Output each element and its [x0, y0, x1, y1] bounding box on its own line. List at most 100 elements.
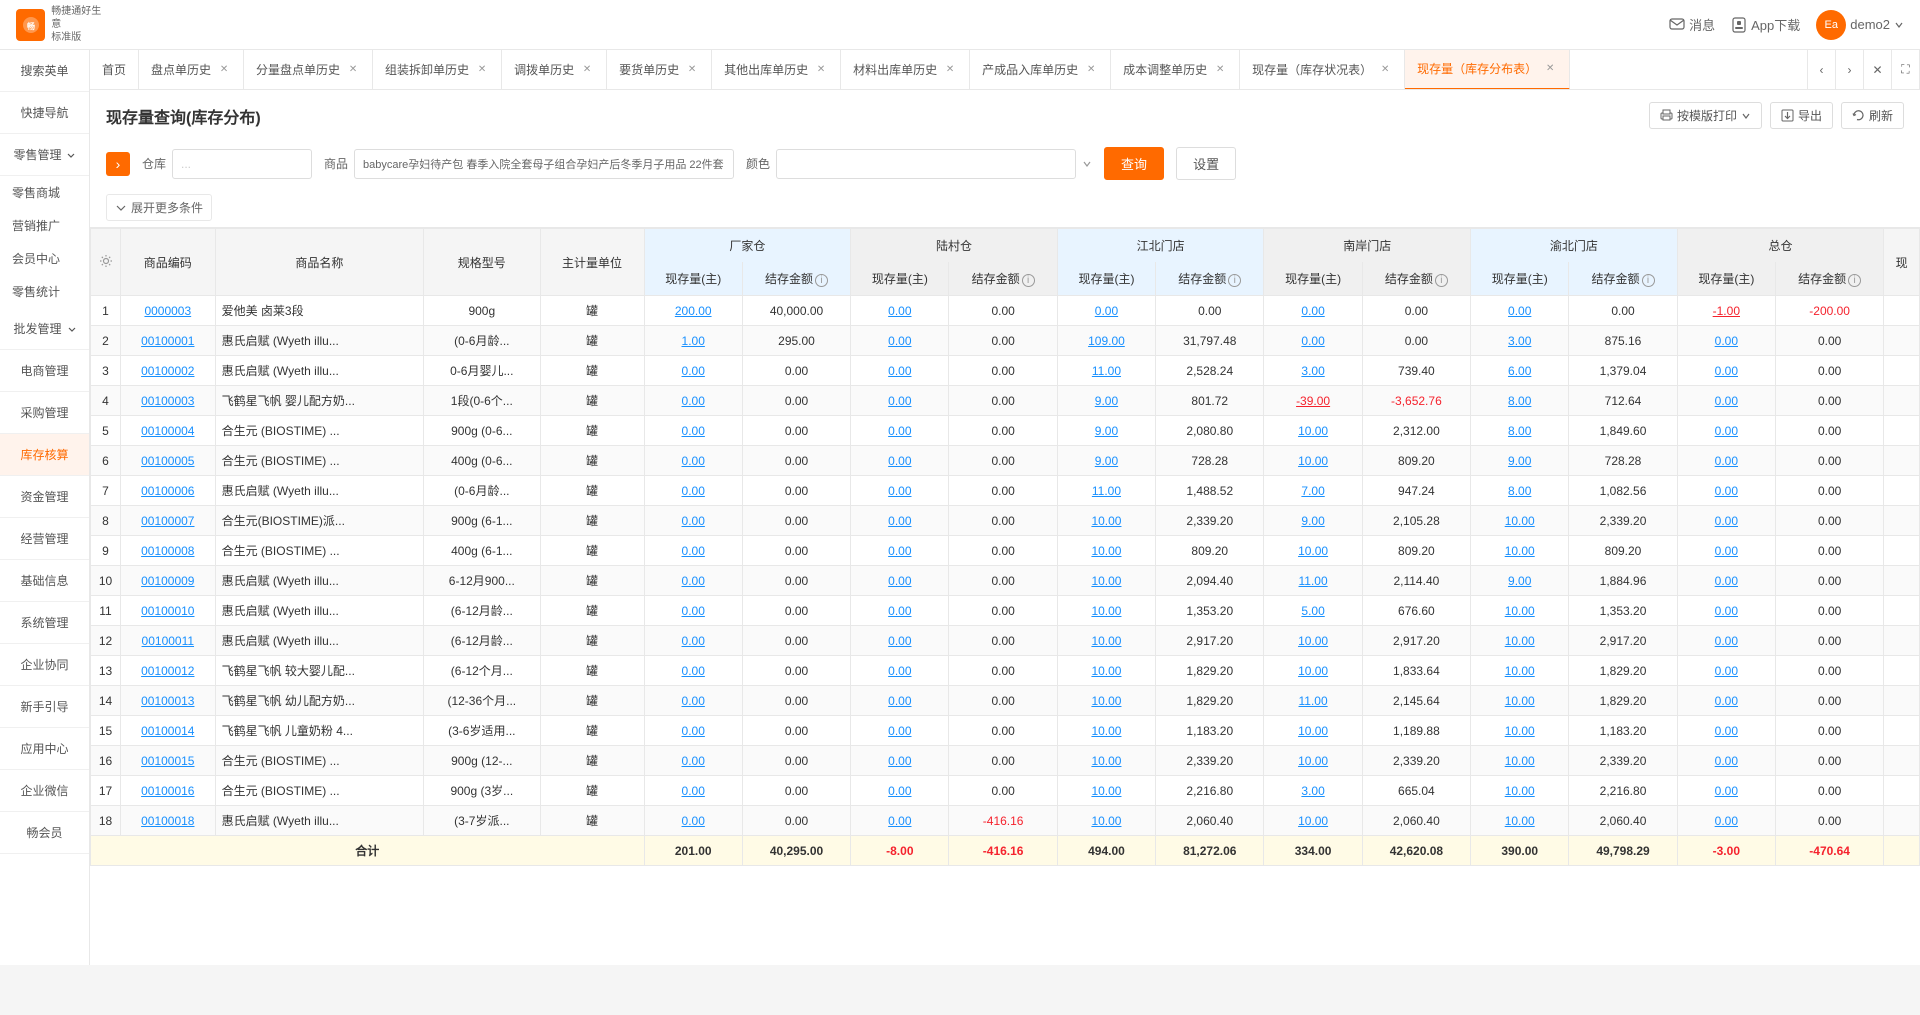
table-cell[interactable]: 飞鹤星飞帆 幼儿配方奶...: [215, 686, 424, 716]
table-cell[interactable]: 0.00: [1775, 656, 1883, 686]
table-cell[interactable]: 809.20: [1569, 536, 1677, 566]
table-cell[interactable]: 0.00: [851, 536, 949, 566]
table-cell[interactable]: 合生元 (BIOSTIME) ...: [215, 536, 424, 566]
table-cell[interactable]: 0.00: [644, 386, 742, 416]
table-cell[interactable]: 0.00: [644, 476, 742, 506]
jb-amt-info[interactable]: i: [1228, 274, 1241, 287]
table-cell[interactable]: 10.00: [1057, 506, 1155, 536]
table-cell[interactable]: 0.00: [742, 416, 850, 446]
table-cell[interactable]: 809.20: [1362, 446, 1470, 476]
table-cell[interactable]: 109.00: [1057, 326, 1155, 356]
table-cell[interactable]: 惠氏启赋 (Wyeth illu...: [215, 476, 424, 506]
table-cell[interactable]: 676.60: [1362, 596, 1470, 626]
table-cell[interactable]: 罐: [540, 446, 644, 476]
tab-close-cailiao[interactable]: ✕: [943, 63, 957, 77]
table-cell[interactable]: (12-36个月...: [424, 686, 540, 716]
table-cell[interactable]: 0.00: [851, 746, 949, 776]
table-cell[interactable]: [1884, 476, 1920, 506]
table-cell[interactable]: 2,339.20: [1569, 746, 1677, 776]
table-cell[interactable]: 712.64: [1569, 386, 1677, 416]
table-cell[interactable]: 飞鹤星飞帆 较大婴儿配...: [215, 656, 424, 686]
user-menu[interactable]: Ea demo2: [1816, 10, 1904, 40]
sidebar-item-app-center[interactable]: 应用中心: [0, 728, 89, 770]
table-cell[interactable]: 0.00: [1677, 356, 1775, 386]
table-cell[interactable]: 0.00: [644, 566, 742, 596]
table-cell[interactable]: 0.00: [949, 566, 1057, 596]
table-cell[interactable]: [1884, 386, 1920, 416]
table-cell[interactable]: 1,183.20: [1156, 716, 1264, 746]
table-cell[interactable]: 0.00: [851, 416, 949, 446]
table-cell[interactable]: 00100009: [121, 566, 216, 596]
table-cell[interactable]: 9.00: [1057, 446, 1155, 476]
tab-zuzhang[interactable]: 组装拆卸单历史✕: [373, 50, 502, 90]
table-cell[interactable]: 0.00: [644, 686, 742, 716]
table-cell[interactable]: 0.00: [644, 596, 742, 626]
table-cell[interactable]: 00100013: [121, 686, 216, 716]
table-cell[interactable]: 1,353.20: [1569, 596, 1677, 626]
table-cell[interactable]: 罐: [540, 476, 644, 506]
settings-btn[interactable]: 设置: [1176, 147, 1236, 180]
table-cell[interactable]: 801.72: [1156, 386, 1264, 416]
table-cell[interactable]: 1,849.60: [1569, 416, 1677, 446]
table-cell[interactable]: 728.28: [1569, 446, 1677, 476]
table-cell[interactable]: 40,000.00: [742, 296, 850, 326]
table-cell[interactable]: 10.00: [1057, 566, 1155, 596]
table-cell[interactable]: 10.00: [1264, 446, 1362, 476]
table-cell[interactable]: 200.00: [644, 296, 742, 326]
table-cell[interactable]: 0.00: [644, 656, 742, 686]
na-amt-info[interactable]: i: [1435, 274, 1448, 287]
tab-close-chenben[interactable]: ✕: [1213, 63, 1227, 77]
table-cell[interactable]: 爱他美 卤莱3段: [215, 296, 424, 326]
table-cell[interactable]: 0.00: [1775, 746, 1883, 776]
table-cell[interactable]: 1,829.20: [1569, 686, 1677, 716]
table-cell[interactable]: [1884, 776, 1920, 806]
app-download-btn[interactable]: App下载: [1731, 15, 1800, 34]
table-cell[interactable]: 0.00: [644, 806, 742, 836]
table-cell[interactable]: 0.00: [949, 656, 1057, 686]
sidebar-item-changhui[interactable]: 畅会员: [0, 812, 89, 854]
table-cell[interactable]: 0.00: [851, 656, 949, 686]
table-cell[interactable]: [1884, 536, 1920, 566]
table-cell[interactable]: 1,189.88: [1362, 716, 1470, 746]
table-cell[interactable]: 1,082.56: [1569, 476, 1677, 506]
tab-expand-btn[interactable]: ⛶: [1892, 50, 1920, 90]
query-btn[interactable]: 查询: [1104, 147, 1164, 180]
table-cell[interactable]: 10.00: [1264, 536, 1362, 566]
table-cell[interactable]: 10.00: [1057, 626, 1155, 656]
table-cell[interactable]: 31,797.48: [1156, 326, 1264, 356]
table-cell[interactable]: 9.00: [1057, 416, 1155, 446]
table-cell[interactable]: 0.00: [1775, 686, 1883, 716]
table-cell[interactable]: 0.00: [742, 506, 850, 536]
table-cell[interactable]: [1884, 416, 1920, 446]
table-cell[interactable]: 2,216.80: [1569, 776, 1677, 806]
table-cell[interactable]: 0.00: [742, 566, 850, 596]
table-cell[interactable]: 0.00: [949, 746, 1057, 776]
tab-close-qitachu[interactable]: ✕: [814, 63, 828, 77]
table-cell[interactable]: 2,339.20: [1362, 746, 1470, 776]
table-cell[interactable]: 6-12月900...: [424, 566, 540, 596]
table-cell[interactable]: 11.00: [1264, 686, 1362, 716]
tab-yaohuo[interactable]: 要货单历史✕: [607, 50, 712, 90]
table-cell[interactable]: 2,216.80: [1156, 776, 1264, 806]
table-cell[interactable]: 0.00: [1775, 356, 1883, 386]
table-cell[interactable]: 0.00: [742, 806, 850, 836]
table-cell[interactable]: 0.00: [1775, 716, 1883, 746]
table-cell[interactable]: 0.00: [1677, 416, 1775, 446]
sidebar-item-ecommerce[interactable]: 电商管理: [0, 350, 89, 392]
table-cell[interactable]: [1884, 686, 1920, 716]
table-cell[interactable]: 00100014: [121, 716, 216, 746]
table-cell[interactable]: 罐: [540, 776, 644, 806]
table-cell[interactable]: 2,060.40: [1569, 806, 1677, 836]
tab-diaobo[interactable]: 调拨单历史✕: [502, 50, 607, 90]
table-cell[interactable]: 0.00: [1677, 806, 1775, 836]
table-cell[interactable]: 10.00: [1057, 686, 1155, 716]
table-cell[interactable]: 10.00: [1471, 746, 1569, 776]
table-cell[interactable]: 0.00: [851, 326, 949, 356]
table-cell[interactable]: 0.00: [1569, 296, 1677, 326]
table-cell[interactable]: 1,353.20: [1156, 596, 1264, 626]
table-cell[interactable]: 00100015: [121, 746, 216, 776]
tab-prev-btn[interactable]: ‹: [1808, 50, 1836, 90]
table-cell[interactable]: 罐: [540, 716, 644, 746]
table-cell[interactable]: 00100001: [121, 326, 216, 356]
tab-close-chanchenpin[interactable]: ✕: [1084, 63, 1098, 77]
